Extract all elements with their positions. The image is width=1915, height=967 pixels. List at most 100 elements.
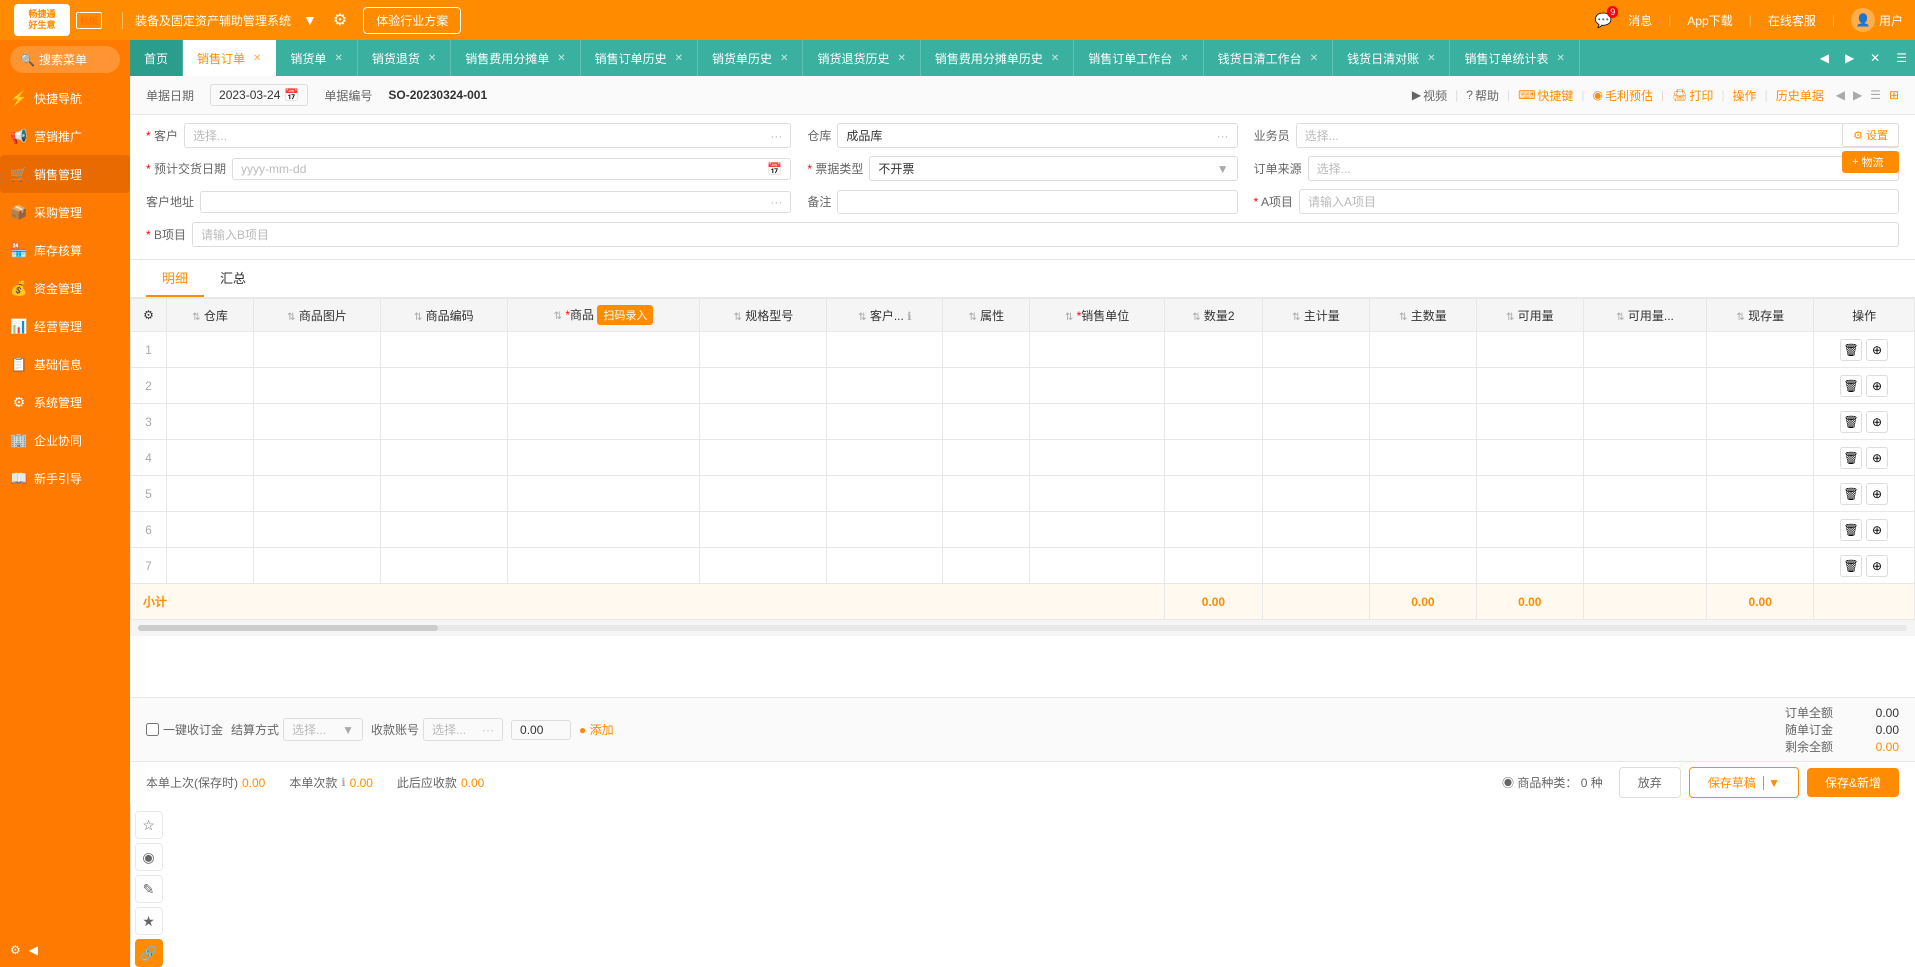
tab-close-icon[interactable]: ✕: [1557, 53, 1565, 64]
warehouse-ellipsis[interactable]: ···: [1217, 129, 1229, 143]
history-link[interactable]: 历史单据: [1776, 87, 1824, 104]
col-qty2-header[interactable]: ⇅ 数量2: [1164, 299, 1262, 332]
sidebar-item-inventory[interactable]: 🏪 库存核算: [0, 231, 130, 269]
footer-amount[interactable]: 0.00: [511, 720, 571, 740]
view-list-btn[interactable]: ☰: [1870, 88, 1881, 102]
row-delete-btn[interactable]: 🗑: [1840, 519, 1862, 541]
tab-close-icon[interactable]: ✕: [897, 53, 905, 64]
tab-close-icon[interactable]: ✕: [780, 53, 788, 64]
tab-next-btn[interactable]: ▶: [1837, 51, 1862, 65]
system-dropdown-icon[interactable]: ▼: [303, 12, 317, 28]
right-panel-btn-2[interactable]: ◉: [135, 843, 163, 871]
one-click-checkbox-input[interactable]: [146, 723, 159, 736]
online-service-link[interactable]: 在线客服: [1768, 12, 1816, 29]
tab-close-icon[interactable]: ✕: [557, 53, 565, 64]
right-panel-btn-1[interactable]: ☆: [135, 811, 163, 839]
tab-close-icon[interactable]: ✕: [1180, 53, 1188, 64]
shortcut-link[interactable]: ⌨ 快捷键: [1518, 87, 1573, 104]
print-link[interactable]: 🖨 打印: [1672, 87, 1713, 104]
one-click-checkbox[interactable]: 一键收订金: [146, 721, 223, 738]
row-delete-btn[interactable]: 🗑: [1840, 339, 1862, 361]
col-main-qty-header[interactable]: ⇅ 主数量: [1369, 299, 1476, 332]
sidebar-item-quick-nav[interactable]: ⚡ 快捷导航: [0, 79, 130, 117]
date-field[interactable]: 2023-03-24 📅: [210, 84, 308, 106]
tab-return-history[interactable]: 销货退货历史 ✕: [803, 40, 920, 76]
tab-sales-order-history[interactable]: 销售订单历史 ✕: [581, 40, 698, 76]
col-product-code-header[interactable]: ⇅ 商品编码: [380, 299, 507, 332]
nav-next-btn[interactable]: ▶: [1853, 88, 1862, 102]
sidebar-item-purchase[interactable]: 📦 采购管理: [0, 193, 130, 231]
save-draft-dropdown-icon[interactable]: ▼: [1763, 776, 1780, 790]
col-spec-header[interactable]: ⇅ 规格型号: [700, 299, 827, 332]
nav-prev-btn[interactable]: ◀: [1836, 88, 1845, 102]
sidebar-item-guide[interactable]: 📖 新手引导: [0, 459, 130, 497]
col-available2-header[interactable]: ⇅ 可用量...: [1583, 299, 1706, 332]
col-product-image-header[interactable]: ⇅ 商品图片: [254, 299, 381, 332]
visual-link[interactable]: ▶ 视频: [1412, 87, 1447, 104]
sidebar-item-finance[interactable]: 💰 资金管理: [0, 269, 130, 307]
scan-btn[interactable]: 扫码录入: [597, 305, 653, 325]
payment-method-select[interactable]: 选择... ▼: [283, 718, 363, 741]
help-link[interactable]: ? 帮助: [1466, 87, 1499, 104]
message-label[interactable]: 消息: [1628, 12, 1652, 29]
customer-address-input[interactable]: ···: [200, 191, 791, 213]
user-menu[interactable]: 👤 用户: [1851, 8, 1903, 32]
a-project-input[interactable]: 请输入A项目: [1299, 189, 1899, 214]
settings-icon[interactable]: ⚙: [333, 10, 347, 30]
view-grid-btn[interactable]: ⊞: [1889, 88, 1899, 102]
tab-workbench[interactable]: 销售订单工作台 ✕: [1074, 40, 1203, 76]
tab-close-icon[interactable]: ✕: [675, 53, 683, 64]
row-copy-btn[interactable]: ⊕: [1866, 411, 1888, 433]
tab-sales-order[interactable]: 销售订单 ✕: [183, 40, 276, 76]
message-icon-wrap[interactable]: 💬 9: [1595, 12, 1612, 29]
tab-sales-return[interactable]: 销货退货 ✕: [358, 40, 451, 76]
receipt-account-select[interactable]: 选择... ···: [423, 718, 503, 741]
add-goods-btn[interactable]: + 物流: [1842, 151, 1899, 173]
col-stock-header[interactable]: ⇅ 现存量: [1707, 299, 1814, 332]
col-available-header[interactable]: ⇅ 可用量: [1476, 299, 1583, 332]
tab-sales-list[interactable]: 销货单 ✕: [276, 40, 357, 76]
col-unit-header[interactable]: ⇅ *销售单位: [1030, 299, 1164, 332]
tab-menu-btn[interactable]: ☰: [1888, 51, 1915, 65]
horizontal-scrollbar[interactable]: [130, 620, 1915, 636]
tab-sales-expense[interactable]: 销售费用分摊单 ✕: [451, 40, 580, 76]
salesperson-input[interactable]: 选择... ···: [1296, 123, 1899, 148]
remarks-input[interactable]: [837, 190, 1237, 214]
row-delete-btn[interactable]: 🗑: [1840, 411, 1862, 433]
tab-close-icon[interactable]: ✕: [428, 53, 436, 64]
col-attribute-header[interactable]: ⇅ 属性: [943, 299, 1030, 332]
tab-stats[interactable]: 销售订单统计表 ✕: [1450, 40, 1579, 76]
tab-prev-btn[interactable]: ◀: [1812, 51, 1837, 65]
tab-close-icon[interactable]: ✕: [1427, 53, 1435, 64]
sidebar-item-sales[interactable]: 🛒 销售管理: [0, 155, 130, 193]
col-warehouse-header[interactable]: ⇅ 仓库: [167, 299, 254, 332]
save-draft-btn[interactable]: 保存草稿 ▼: [1689, 767, 1799, 798]
delivery-date-input[interactable]: yyyy-mm-dd 📅: [232, 158, 791, 180]
sidebar-item-enterprise[interactable]: 🏢 企业协同: [0, 421, 130, 459]
order-source-input[interactable]: 选择... ▼: [1308, 156, 1899, 181]
tab-expense-history[interactable]: 销售费用分摊单历史 ✕: [921, 40, 1074, 76]
settings-form-btn[interactable]: ⚙ 设置: [1842, 123, 1899, 147]
row-copy-btn[interactable]: ⊕: [1866, 375, 1888, 397]
row-copy-btn[interactable]: ⊕: [1866, 483, 1888, 505]
row-delete-btn[interactable]: 🗑: [1840, 447, 1862, 469]
row-copy-btn[interactable]: ⊕: [1866, 555, 1888, 577]
b-project-input[interactable]: 请输入B项目: [192, 222, 1899, 247]
profit-link[interactable]: ◉ 毛利预估: [1593, 87, 1654, 104]
right-panel-btn-3[interactable]: ✎: [135, 875, 163, 903]
row-copy-btn[interactable]: ⊕: [1866, 519, 1888, 541]
row-delete-btn[interactable]: 🗑: [1840, 375, 1862, 397]
tab-sales-list-history[interactable]: 销货单历史 ✕: [698, 40, 803, 76]
warehouse-input[interactable]: 成品库 ···: [837, 123, 1237, 148]
col-settings-header[interactable]: ⚙: [131, 299, 167, 332]
col-product-header[interactable]: ⇅ *商品 扫码录入: [507, 299, 700, 332]
customer-input[interactable]: 选择... ···: [184, 123, 791, 148]
tab-close-icon[interactable]: ✕: [1051, 53, 1059, 64]
sidebar-settings-btn[interactable]: ⚙: [10, 943, 21, 957]
tab-daily-workbench[interactable]: 钱货日清工作台 ✕: [1204, 40, 1333, 76]
operation-link[interactable]: 操作: [1733, 87, 1757, 104]
customer-ellipsis[interactable]: ···: [770, 129, 782, 143]
row-copy-btn[interactable]: ⊕: [1866, 339, 1888, 361]
footer-add-btn[interactable]: ● 添加: [579, 721, 614, 738]
sidebar-item-basic-info[interactable]: 📋 基础信息: [0, 345, 130, 383]
